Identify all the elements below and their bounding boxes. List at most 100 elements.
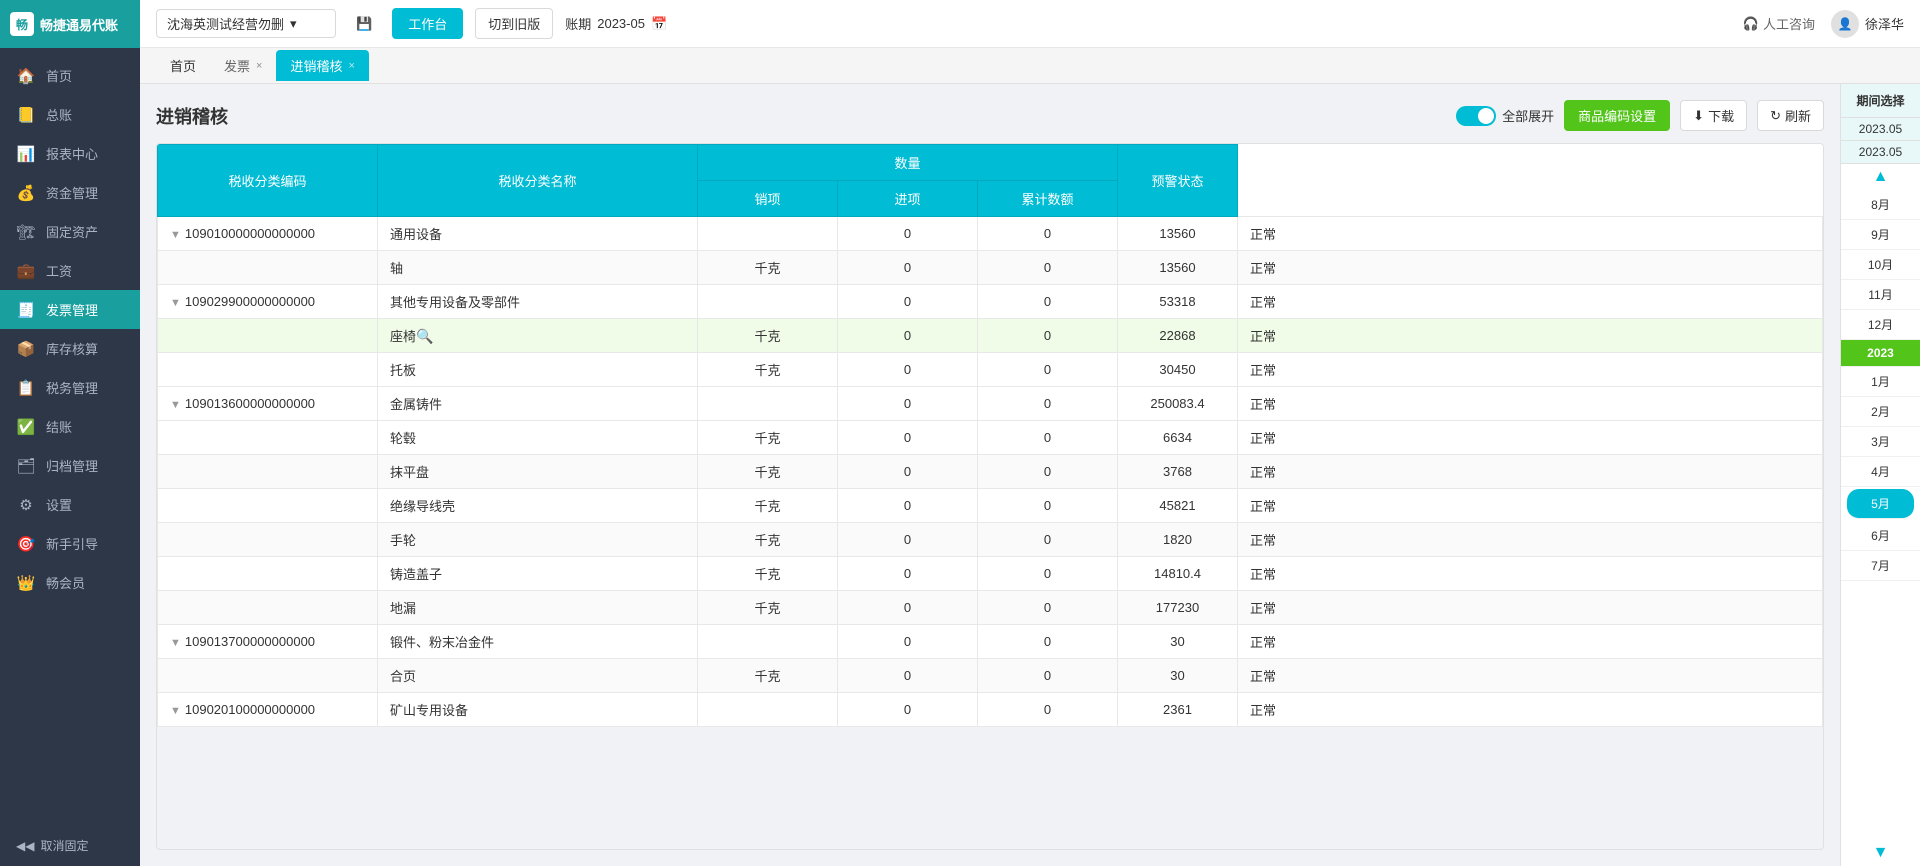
sidebar-item-tax[interactable]: 📋税务管理 — [0, 368, 140, 407]
expand-toggle[interactable]: 全部展开 — [1456, 106, 1554, 126]
refresh-button[interactable]: ↻ 刷新 — [1757, 100, 1824, 131]
period-item-2月[interactable]: 2月 — [1841, 397, 1920, 427]
cell-total: 45821 — [1118, 489, 1238, 523]
sidebar-label-home: 首页 — [46, 66, 72, 85]
period-item-6月[interactable]: 6月 — [1841, 521, 1920, 551]
cell-purchase: 0 — [978, 591, 1118, 625]
table-row-group: ▼109029900000000000 其他专用设备及零部件 0 0 53318… — [158, 285, 1823, 319]
col-quantity-group: 数量 — [698, 145, 1118, 181]
period-item-2023[interactable]: 2023 — [1841, 340, 1920, 367]
period-item-8月[interactable]: 8月 — [1841, 190, 1920, 220]
period-item-11月[interactable]: 11月 — [1841, 280, 1920, 310]
sidebar-item-checkout[interactable]: ✅ 结账 — [0, 407, 140, 446]
sidebar-item-capital[interactable]: 💰资金管理 — [0, 173, 140, 212]
cell-sales: 0 — [838, 557, 978, 591]
expand-icon[interactable]: ▼ — [170, 297, 181, 309]
logo-icon: 畅 — [10, 12, 34, 36]
period-item-12月[interactable]: 12月 — [1841, 310, 1920, 340]
table-row-group: ▼109013600000000000 金属铸件 0 0 250083.4 正常 — [158, 387, 1823, 421]
cell-purchase: 0 — [978, 421, 1118, 455]
cell-total: 13560 — [1118, 251, 1238, 285]
sidebar: 畅 畅捷通易代账 🏠首页📒总账📊报表中心💰资金管理🏗固定资产💼工资🧾发票管理📦库… — [0, 0, 140, 866]
cell-name: 锻件、粉末冶金件 — [378, 625, 698, 659]
cell-total: 22868 — [1118, 319, 1238, 353]
col-sales: 销项 — [698, 181, 838, 217]
cell-name: 金属铸件 — [378, 387, 698, 421]
sidebar-item-archive[interactable]: 🗂归档管理 — [0, 446, 140, 485]
sidebar-icon-archive: 🗂 — [16, 457, 36, 475]
period-item-4月[interactable]: 4月 — [1841, 457, 1920, 487]
user-menu[interactable]: 👤 徐泽华 — [1831, 10, 1904, 38]
cell-unit — [698, 387, 838, 421]
table-row: 抹平盘 千克 0 0 3768 正常 — [158, 455, 1823, 489]
expand-icon[interactable]: ▼ — [170, 229, 181, 241]
sidebar-item-ledger[interactable]: 📒总账 — [0, 95, 140, 134]
tab-close-reconcile[interactable]: × — [348, 60, 354, 72]
sidebar-icon-settings: ⚙ — [16, 496, 36, 514]
data-table: 税收分类编码 税收分类名称 数量 预警状态 销项 进项 累计数额 ▼109010… — [157, 144, 1823, 727]
period-up-arrow[interactable]: ▲ — [1841, 164, 1920, 190]
sidebar-label-guide: 新手引导 — [46, 534, 98, 553]
table-row-group: ▼109020100000000000 矿山专用设备 0 0 2361 正常 — [158, 693, 1823, 727]
table-row: 轮毂 千克 0 0 6634 正常 — [158, 421, 1823, 455]
tab-reconcile[interactable]: 进销稽核× — [276, 50, 368, 81]
sidebar-footer[interactable]: ◀◀ 取消固定 — [0, 825, 140, 866]
sidebar-item-home[interactable]: 🏠首页 — [0, 56, 140, 95]
expand-icon[interactable]: ▼ — [170, 637, 181, 649]
cell-unit: 千克 — [698, 659, 838, 693]
sidebar-item-invoice[interactable]: 🧾发票管理 — [0, 290, 140, 329]
cell-name: 轴 — [378, 251, 698, 285]
sidebar-label-settings: 设置 — [46, 495, 72, 514]
cell-warning: 正常 — [1238, 319, 1823, 353]
period-item-9月[interactable]: 9月 — [1841, 220, 1920, 250]
period-item-5月[interactable]: 5月 — [1847, 489, 1914, 519]
expand-icon[interactable]: ▼ — [170, 399, 181, 411]
sidebar-item-payroll[interactable]: 💼工资 — [0, 251, 140, 290]
sidebar-icon-checkout: ✅ — [16, 418, 36, 436]
cell-total: 1820 — [1118, 523, 1238, 557]
sidebar-label-checkout: 结账 — [46, 417, 72, 436]
sidebar-item-guide[interactable]: 🎯新手引导 — [0, 524, 140, 563]
product-code-button[interactable]: 商品编码设置 — [1564, 100, 1670, 131]
company-selector[interactable]: 沈海英测试经营勿删 ▾ — [156, 9, 336, 38]
sidebar-item-member[interactable]: 👑畅会员 — [0, 563, 140, 602]
download-button[interactable]: ⬇ 下载 — [1680, 100, 1747, 131]
sidebar-item-reports[interactable]: 📊报表中心 — [0, 134, 140, 173]
period-item-3月[interactable]: 3月 — [1841, 427, 1920, 457]
search-icon[interactable]: 🔍 — [416, 328, 433, 344]
sidebar-item-inventory[interactable]: 📦库存核算 — [0, 329, 140, 368]
tab-bar: 首页发票×进销稽核× — [140, 48, 1920, 84]
main-area: 沈海英测试经营勿删 ▾ 💾 工作台 切到旧版 账期 2023-05 📅 🎧 人工… — [140, 0, 1920, 866]
cell-sales: 0 — [838, 455, 978, 489]
period-down-arrow[interactable]: ▼ — [1841, 840, 1920, 866]
cell-purchase: 0 — [978, 557, 1118, 591]
period-item-1月[interactable]: 1月 — [1841, 367, 1920, 397]
customer-service[interactable]: 🎧 人工咨询 — [1743, 14, 1815, 33]
tab-close-invoice[interactable]: × — [256, 60, 262, 72]
user-name: 徐泽华 — [1865, 14, 1904, 33]
period-label: 账期 — [565, 14, 591, 33]
tab-home[interactable]: 首页 — [156, 50, 210, 81]
company-dropdown-icon: ▾ — [290, 16, 297, 32]
expand-icon[interactable]: ▼ — [170, 705, 181, 717]
cell-unit: 千克 — [698, 251, 838, 285]
cell-sales: 0 — [838, 387, 978, 421]
cell-warning: 正常 — [1238, 285, 1823, 319]
toggle-track[interactable] — [1456, 106, 1496, 126]
cell-warning: 正常 — [1238, 217, 1823, 251]
sidebar-item-assets[interactable]: 🏗固定资产 — [0, 212, 140, 251]
period-item-7月[interactable]: 7月 — [1841, 551, 1920, 581]
sidebar-item-settings[interactable]: ⚙ 设置 — [0, 485, 140, 524]
data-table-container: 税收分类编码 税收分类名称 数量 预警状态 销项 进项 累计数额 ▼109010… — [156, 143, 1824, 850]
switch-version-button[interactable]: 切到旧版 — [475, 8, 553, 39]
cell-unit: 千克 — [698, 591, 838, 625]
save-draft-button[interactable]: 💾 — [348, 12, 380, 36]
period-selector[interactable]: 账期 2023-05 📅 — [565, 14, 667, 33]
tab-invoice[interactable]: 发票× — [210, 50, 276, 81]
cell-total: 14810.4 — [1118, 557, 1238, 591]
workbench-button[interactable]: 工作台 — [392, 8, 463, 39]
download-icon: ⬇ — [1693, 108, 1704, 124]
cell-unit: 千克 — [698, 557, 838, 591]
period-value: 2023-05 — [597, 16, 645, 31]
period-item-10月[interactable]: 10月 — [1841, 250, 1920, 280]
